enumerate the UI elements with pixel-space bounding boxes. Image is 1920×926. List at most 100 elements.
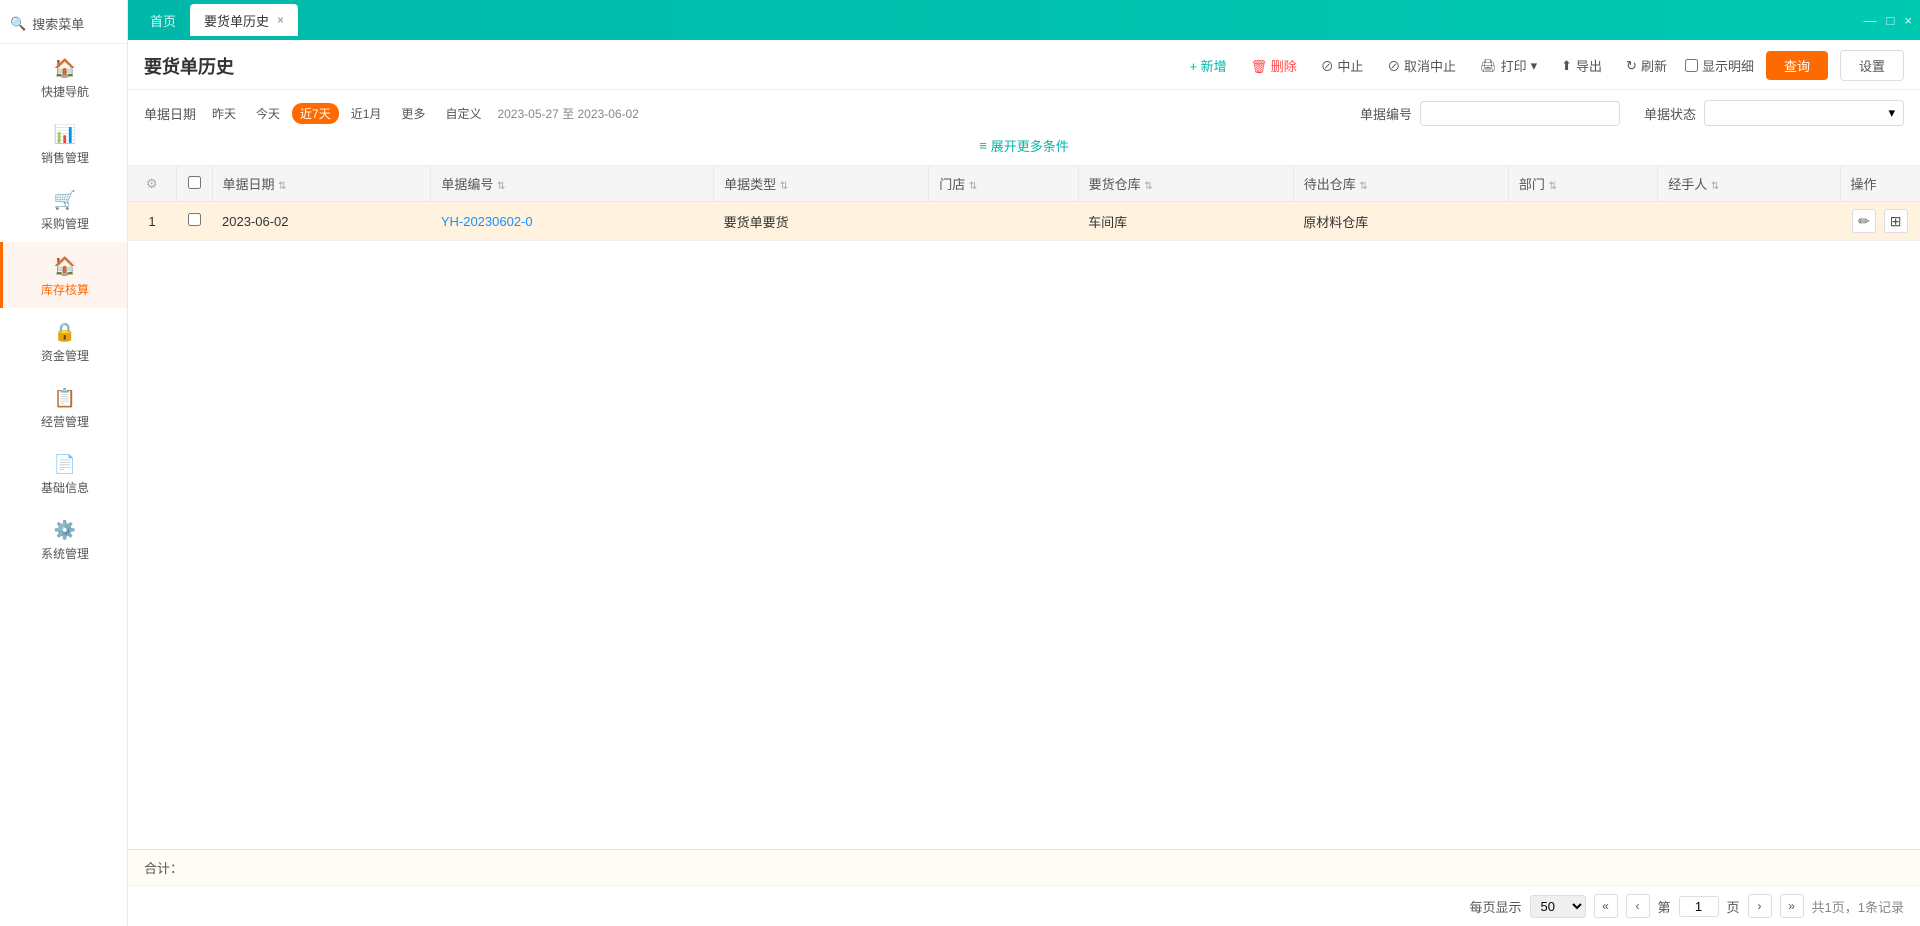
total-label: 合计： xyxy=(144,861,183,876)
page-title: 要货单历史 xyxy=(144,53,234,79)
prev-page-btn[interactable]: ‹ xyxy=(1626,894,1650,918)
row-index-0: 1 xyxy=(128,202,176,241)
sidebar-item-operation-mgmt[interactable]: 📋 经营管理 xyxy=(0,374,127,440)
col-handler-sort[interactable]: ⇅ xyxy=(1711,181,1719,192)
col-department-sort[interactable]: ⇅ xyxy=(1549,181,1557,192)
sidebar-search[interactable]: 🔍 搜索菜单 xyxy=(0,0,127,44)
row-department-0 xyxy=(1508,202,1657,241)
expand-more-btn[interactable]: ≡ 展开更多条件 xyxy=(144,132,1904,159)
col-doc-number-sort[interactable]: ⇅ xyxy=(497,181,505,192)
system-mgmt-icon: ⚙️ xyxy=(54,520,76,541)
data-table: ⚙ 单据日期 ⇅ 单据编号 ⇅ xyxy=(128,166,1920,241)
window-min-btn[interactable]: — xyxy=(1864,13,1877,28)
tab-requisition-history[interactable]: 要货单历史× xyxy=(190,4,298,36)
expand-icon: ≡ xyxy=(979,138,987,153)
quick-nav-icon: 🏠 xyxy=(54,58,76,79)
table-area: ⚙ 单据日期 ⇅ 单据编号 ⇅ xyxy=(128,166,1920,849)
sidebar-item-sales-mgmt[interactable]: 📊 销售管理 xyxy=(0,110,127,176)
date-shortcut-近1月[interactable]: 近1月 xyxy=(343,103,390,124)
delete-button[interactable]: 🗑 删除 xyxy=(1245,52,1303,79)
expand-label: 展开更多条件 xyxy=(991,136,1069,155)
sidebar-item-purchase-mgmt[interactable]: 🛒 采购管理 xyxy=(0,176,127,242)
row-delete-btn-0[interactable]: ⊞ xyxy=(1884,209,1908,233)
doc-number-input[interactable] xyxy=(1420,101,1620,126)
page-size-select[interactable]: 50 10 20 100 xyxy=(1530,895,1586,918)
col-req-warehouse-label: 要货仓库 xyxy=(1089,177,1141,192)
header-actions: + 新增 🗑 删除 ⊘ 中止 ⊘ 取消中止 🖨 打印 ▾ ⬆ 导出 ↻ 刷新 xyxy=(1183,50,1904,81)
export-button[interactable]: ⬆ 导出 xyxy=(1555,52,1608,79)
refresh-button[interactable]: ↻ 刷新 xyxy=(1620,52,1673,79)
col-department-header: 部门 ⇅ xyxy=(1508,166,1657,202)
col-actions-header: 操作 xyxy=(1840,166,1920,202)
row-edit-btn-0[interactable]: ✏ xyxy=(1852,209,1876,233)
system-mgmt-label: 系统管理 xyxy=(41,545,89,562)
next-page-btn[interactable]: › xyxy=(1748,894,1772,918)
display-detail-label: 显示明细 xyxy=(1702,56,1754,75)
window-max-btn[interactable]: □ xyxy=(1887,13,1895,28)
tab-home[interactable]: 首页 xyxy=(136,4,190,36)
col-store-header: 门店 ⇅ xyxy=(929,166,1078,202)
doc-status-select[interactable]: ▾ xyxy=(1704,100,1904,126)
col-pending-warehouse-label: 待出仓库 xyxy=(1304,177,1356,192)
cancel-suspend-button[interactable]: ⊘ 取消中止 xyxy=(1381,52,1462,79)
table-settings-icon[interactable]: ⚙ xyxy=(146,176,158,191)
sales-mgmt-icon: 📊 xyxy=(54,124,76,145)
sales-mgmt-label: 销售管理 xyxy=(41,149,89,166)
col-doc-type-label: 单据类型 xyxy=(724,177,776,192)
col-req-warehouse-sort[interactable]: ⇅ xyxy=(1144,181,1152,192)
tab-close-requisition-history[interactable]: × xyxy=(277,13,284,27)
col-doc-date-label: 单据日期 xyxy=(223,177,275,192)
sidebar-item-quick-nav[interactable]: 🏠 快捷导航 xyxy=(0,44,127,110)
date-shortcut-自定义[interactable]: 自定义 xyxy=(437,103,489,124)
sidebar-search-label: 搜索菜单 xyxy=(32,14,84,33)
setting-button[interactable]: 设置 xyxy=(1840,50,1904,81)
display-detail-toggle[interactable]: 显示明细 xyxy=(1685,56,1754,75)
page-content: 要货单历史 + 新增 🗑 删除 ⊘ 中止 ⊘ 取消中止 🖨 打印 ▾ ⬆ 导出 … xyxy=(128,40,1920,926)
doc-number-label: 单据编号 xyxy=(1360,104,1412,123)
table-header: ⚙ 单据日期 ⇅ 单据编号 ⇅ xyxy=(128,166,1920,202)
sidebar-item-system-mgmt[interactable]: ⚙️ 系统管理 xyxy=(0,506,127,572)
display-detail-checkbox[interactable] xyxy=(1685,59,1698,72)
table-footer: 合计： xyxy=(128,849,1920,885)
col-doc-type-sort[interactable]: ⇅ xyxy=(780,181,788,192)
col-pending-warehouse-sort[interactable]: ⇅ xyxy=(1359,181,1367,192)
date-shortcut-近7天[interactable]: 近7天 xyxy=(292,103,339,124)
row-handler-0 xyxy=(1658,202,1840,241)
date-shortcut-更多[interactable]: 更多 xyxy=(393,103,433,124)
col-doc-date-sort[interactable]: ⇅ xyxy=(278,181,286,192)
page-header: 要货单历史 + 新增 🗑 删除 ⊘ 中止 ⊘ 取消中止 🖨 打印 ▾ ⬆ 导出 … xyxy=(128,40,1920,90)
last-page-btn[interactable]: » xyxy=(1780,894,1804,918)
row-req-warehouse-0: 车间库 xyxy=(1078,202,1293,241)
finance-mgmt-icon: 🔒 xyxy=(54,322,76,343)
page-number-input[interactable] xyxy=(1679,896,1719,917)
doc-status-filter-group: 单据状态 ▾ xyxy=(1644,100,1904,126)
select-all-checkbox[interactable] xyxy=(188,176,201,189)
total-info: 共1页，1条记录 xyxy=(1812,897,1904,916)
basic-info-icon: 📄 xyxy=(54,454,76,475)
sidebar: 🔍 搜索菜单 🏠 快捷导航 📊 销售管理 🛒 采购管理 🏠 库存核算 🔒 资金管… xyxy=(0,0,128,926)
table-row: 1 2023-06-02 YH-20230602-0 要货单要货 车间库 原材料… xyxy=(128,202,1920,241)
new-button[interactable]: + 新增 xyxy=(1183,52,1232,79)
sidebar-item-basic-info[interactable]: 📄 基础信息 xyxy=(0,440,127,506)
print-icon: 🖨 xyxy=(1480,58,1497,74)
row-doc-date-0: 2023-06-02 xyxy=(212,202,431,241)
export-icon: ⬆ xyxy=(1561,58,1572,74)
date-range-text: 2023-05-27 至 2023-06-02 xyxy=(497,105,638,122)
print-label: 打印 xyxy=(1501,56,1527,75)
date-shortcut-昨天[interactable]: 昨天 xyxy=(204,103,244,124)
basic-info-label: 基础信息 xyxy=(41,479,89,496)
suspend-button[interactable]: ⊘ 中止 xyxy=(1315,52,1370,79)
sidebar-item-finance-mgmt[interactable]: 🔒 资金管理 xyxy=(0,308,127,374)
row-checkbox-0[interactable] xyxy=(176,202,212,241)
row-doc-number-0: YH-20230602-0 xyxy=(431,202,714,241)
print-button[interactable]: 🖨 打印 ▾ xyxy=(1474,52,1543,79)
first-page-btn[interactable]: « xyxy=(1594,894,1618,918)
query-button[interactable]: 查询 xyxy=(1766,51,1828,80)
date-shortcut-今天[interactable]: 今天 xyxy=(248,103,288,124)
sidebar-item-inventory[interactable]: 🏠 库存核算 xyxy=(0,242,127,308)
col-doc-date-header: 单据日期 ⇅ xyxy=(212,166,431,202)
window-close-btn[interactable]: × xyxy=(1904,13,1912,28)
col-store-sort[interactable]: ⇅ xyxy=(969,181,977,192)
refresh-icon: ↻ xyxy=(1626,58,1637,74)
col-checkbox-header xyxy=(176,166,212,202)
